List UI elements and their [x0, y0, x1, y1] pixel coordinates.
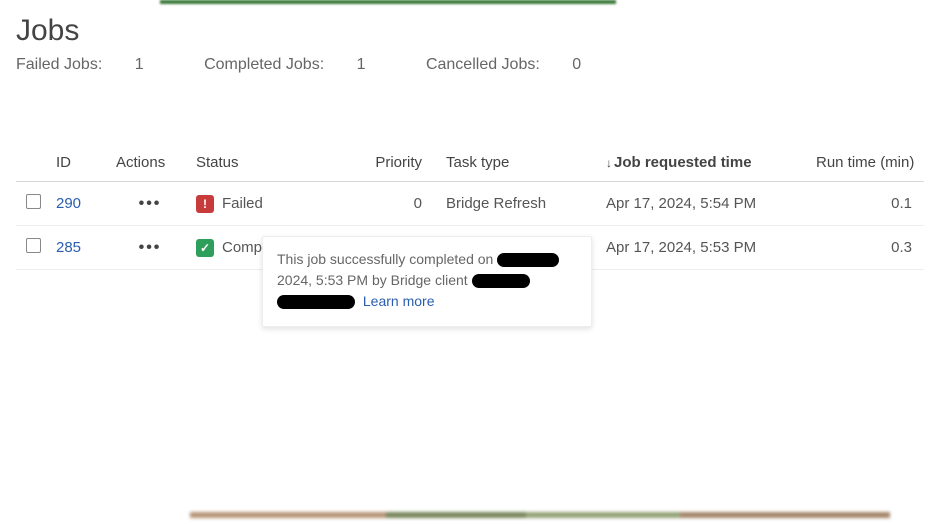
col-header-id[interactable]: ID [50, 144, 110, 182]
cancelled-jobs-label: Cancelled Jobs: [426, 56, 540, 73]
requested-time-value: Apr 17, 2024, 5:53 PM [600, 226, 810, 270]
table-row: 290 ••• ! Failed 0 Bridge Refresh Apr 17… [16, 182, 924, 226]
col-header-priority[interactable]: Priority [350, 144, 440, 182]
tooltip-text: 2024, 5:53 PM by Bridge client [277, 272, 468, 288]
cancelled-jobs-count: 0 [572, 56, 581, 73]
actions-menu-button[interactable]: ••• [139, 239, 162, 256]
col-header-actions[interactable]: Actions [110, 144, 190, 182]
top-accent-bar [160, 0, 920, 4]
col-header-task-type[interactable]: Task type [440, 144, 600, 182]
task-type-value: Bridge Refresh [440, 182, 600, 226]
priority-value: 0 [350, 182, 440, 226]
sort-descending-icon: ↓ [606, 156, 612, 170]
col-header-runtime[interactable]: Run time (min) [810, 144, 924, 182]
job-id-link[interactable]: 285 [56, 239, 81, 256]
runtime-value: 0.3 [810, 226, 924, 270]
jobs-summary: Failed Jobs: 1 Completed Jobs: 1 Cancell… [16, 56, 924, 74]
completed-jobs-label: Completed Jobs: [204, 56, 324, 73]
col-header-requested-time[interactable]: ↓Job requested time [600, 144, 810, 182]
row-checkbox[interactable] [26, 238, 41, 253]
redacted-text [277, 295, 355, 309]
failed-jobs-count: 1 [135, 56, 144, 73]
alert-icon: ! [196, 195, 214, 213]
status-tooltip: This job successfully completed on 2024,… [262, 236, 592, 327]
actions-menu-button[interactable]: ••• [139, 195, 162, 212]
col-header-status[interactable]: Status [190, 144, 350, 182]
row-checkbox[interactable] [26, 194, 41, 209]
runtime-value: 0.1 [810, 182, 924, 226]
completed-jobs-count: 1 [357, 56, 366, 73]
redacted-text [472, 274, 530, 288]
status-label: Completed [222, 239, 262, 256]
check-icon: ✓ [196, 239, 214, 257]
redacted-text [497, 253, 559, 267]
tooltip-text: This job successfully completed on [277, 251, 493, 267]
job-id-link[interactable]: 290 [56, 195, 81, 212]
bottom-accent-bar [190, 512, 890, 518]
requested-time-value: Apr 17, 2024, 5:54 PM [600, 182, 810, 226]
page-title: Jobs [16, 14, 924, 48]
learn-more-link[interactable]: Learn more [363, 293, 435, 309]
failed-jobs-label: Failed Jobs: [16, 56, 102, 73]
status-label: Failed [222, 195, 263, 212]
